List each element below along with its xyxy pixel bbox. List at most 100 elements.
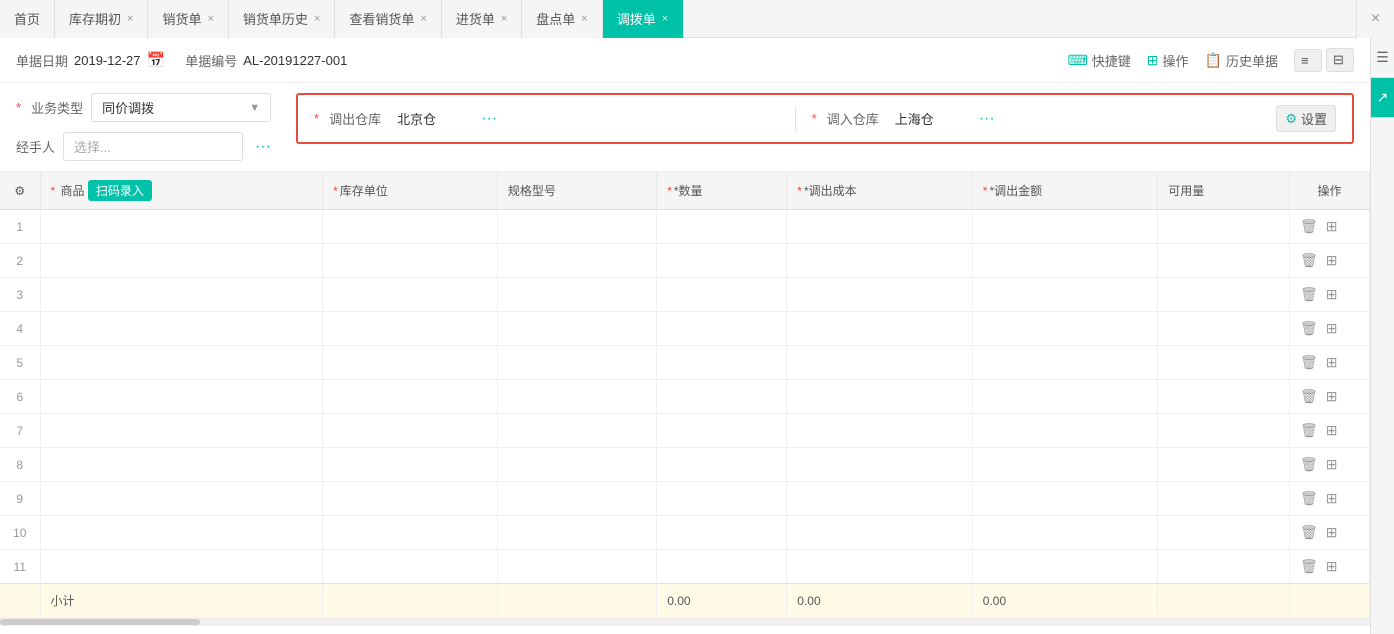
delete-icon-6[interactable]: 🗑 — [1300, 388, 1318, 405]
gear-icon[interactable]: ⚙ — [14, 184, 25, 198]
th-gear[interactable]: ⚙ — [0, 172, 40, 210]
copy-icon-8[interactable]: ⊞ — [1326, 456, 1338, 473]
table-row: 8 🗑⊞ — [0, 448, 1370, 482]
copy-icon-9[interactable]: ⊞ — [1326, 490, 1338, 507]
handler-more-button[interactable]: ··· — [251, 138, 275, 156]
warehouse-form: * 调出仓库 北京仓 ··· * 调入仓库 上海仓 ··· ⚙ 设置 — [296, 93, 1354, 144]
copy-icon-4[interactable]: ⊞ — [1326, 320, 1338, 337]
calendar-icon[interactable]: 📅 — [147, 51, 166, 69]
copy-icon-1[interactable]: ⊞ — [1326, 218, 1338, 235]
form-section: * 业务类型 同价调拨 ▼ 经手人 选择... ··· * 调出仓库 北京仓 — [0, 83, 1370, 172]
copy-icon-3[interactable]: ⊞ — [1326, 286, 1338, 303]
scan-button[interactable]: 扫码录入 — [88, 180, 152, 201]
table-row: 4 🗑⊞ — [0, 312, 1370, 346]
th-product: 商品 扫码录入 — [40, 172, 323, 210]
number-value: AL-20191227-001 — [243, 53, 347, 68]
source-warehouse-more-button[interactable]: ··· — [477, 110, 501, 128]
table-row: 10 🗑⊞ — [0, 516, 1370, 550]
tab-home[interactable]: 首页 — [0, 0, 55, 38]
tab-sales-history[interactable]: 销货单历史 × — [229, 0, 335, 38]
tab-close-purchase[interactable]: × — [501, 13, 507, 25]
th-amount: *调出金额 — [972, 172, 1158, 210]
tab-close-sales[interactable]: × — [207, 13, 213, 25]
history-icon: 📋 — [1205, 52, 1222, 69]
th-cost: *调出成本 — [787, 172, 973, 210]
source-warehouse-value[interactable]: 北京仓 — [389, 105, 469, 132]
th-available: 可用量 — [1158, 172, 1290, 210]
delete-icon-2[interactable]: 🗑 — [1300, 252, 1318, 269]
delete-icon-9[interactable]: 🗑 — [1300, 490, 1318, 507]
subtotal-label: 小计 — [40, 584, 323, 618]
copy-icon-10[interactable]: ⊞ — [1326, 524, 1338, 541]
gear-icon: ⚙ — [1285, 111, 1297, 127]
scrollbar-thumb[interactable] — [0, 619, 200, 625]
tab-inventory[interactable]: 盘点单 × — [522, 0, 602, 38]
handler-select[interactable]: 选择... — [63, 132, 243, 161]
tab-close-inventory-init[interactable]: × — [127, 13, 133, 25]
target-warehouse-item: * 调入仓库 上海仓 ··· — [812, 105, 1277, 132]
th-action: 操作 — [1290, 172, 1370, 210]
layout-btn-2[interactable]: ⊟ — [1326, 48, 1354, 72]
copy-icon-11[interactable]: ⊞ — [1326, 558, 1338, 575]
tab-view-sales[interactable]: 查看销货单 × — [335, 0, 441, 38]
tab-inventory-init[interactable]: 库存期初 × — [55, 0, 148, 38]
delete-icon-8[interactable]: 🗑 — [1300, 456, 1318, 473]
source-warehouse-label: 调出仓库 — [329, 109, 381, 128]
warehouse-setting-button[interactable]: ⚙ 设置 — [1276, 105, 1336, 132]
tab-close-inventory[interactable]: × — [581, 13, 587, 25]
tab-bar: 首页 库存期初 × 销货单 × 销货单历史 × 查看销货单 × 进货单 × 盘点… — [0, 0, 1394, 38]
business-type-select[interactable]: 同价调拨 ▼ — [91, 93, 271, 122]
delete-icon-7[interactable]: 🗑 — [1300, 422, 1318, 439]
horizontal-scrollbar[interactable] — [0, 618, 1370, 626]
table-row: 3 🗑⊞ — [0, 278, 1370, 312]
date-value[interactable]: 2019-12-27 — [74, 53, 141, 68]
history-button[interactable]: 📋 历史单据 — [1205, 51, 1278, 70]
close-all-tabs-button[interactable]: × — [1356, 0, 1394, 38]
toolbar-right: ⌨ 快捷键 ⊞ 操作 📋 历史单据 ≡ ⊟ — [1068, 48, 1354, 72]
business-type-label: 业务类型 — [31, 98, 83, 117]
table-container: ⚙ 商品 扫码录入 库存单位 规格型号 *数量 *调出成本 *调出金额 可用量 … — [0, 172, 1370, 634]
operate-button[interactable]: ⊞ 操作 — [1147, 51, 1189, 70]
copy-icon-5[interactable]: ⊞ — [1326, 354, 1338, 371]
date-label: 单据日期 — [16, 51, 68, 70]
target-warehouse-required: * — [812, 111, 817, 126]
sidebar-list-icon[interactable]: ☰ — [1371, 38, 1394, 78]
chevron-down-icon: ▼ — [249, 102, 260, 114]
warehouse-divider — [795, 107, 796, 131]
tab-close-sales-history[interactable]: × — [314, 13, 320, 25]
form-left: * 业务类型 同价调拨 ▼ 经手人 选择... ··· — [16, 93, 276, 161]
business-type-value: 同价调拨 — [102, 98, 154, 117]
number-field: 单据编号 AL-20191227-001 — [185, 51, 347, 70]
subtotal-row: 小计 0.00 0.00 0.00 — [0, 584, 1370, 618]
tab-transfer[interactable]: 调拨单 × — [603, 0, 683, 38]
transfer-table: ⚙ 商品 扫码录入 库存单位 规格型号 *数量 *调出成本 *调出金额 可用量 … — [0, 172, 1370, 618]
copy-icon-7[interactable]: ⊞ — [1326, 422, 1338, 439]
delete-icon-4[interactable]: 🗑 — [1300, 320, 1318, 337]
copy-icon-6[interactable]: ⊞ — [1326, 388, 1338, 405]
table-row: 11 🗑⊞ — [0, 550, 1370, 584]
right-sidebar: ☰ ↗ — [1370, 38, 1394, 634]
copy-icon-2[interactable]: ⊞ — [1326, 252, 1338, 269]
sidebar-external-link-icon[interactable]: ↗ — [1371, 78, 1394, 118]
target-warehouse-value[interactable]: 上海仓 — [887, 105, 967, 132]
tab-sales[interactable]: 销货单 × — [148, 0, 228, 38]
main-content: 单据日期 2019-12-27 📅 单据编号 AL-20191227-001 ⌨… — [0, 38, 1370, 634]
table-row: 6 🗑⊞ — [0, 380, 1370, 414]
target-warehouse-more-button[interactable]: ··· — [975, 110, 999, 128]
delete-icon-11[interactable]: 🗑 — [1300, 558, 1318, 575]
table-row: 1 🗑⊞ — [0, 210, 1370, 244]
th-unit: 库存单位 — [323, 172, 498, 210]
delete-icon-5[interactable]: 🗑 — [1300, 354, 1318, 371]
tab-close-transfer[interactable]: × — [662, 13, 668, 25]
tab-purchase[interactable]: 进货单 × — [442, 0, 522, 38]
layout-btn-1[interactable]: ≡ — [1294, 49, 1322, 72]
tab-close-view-sales[interactable]: × — [420, 13, 426, 25]
source-warehouse-required: * — [314, 111, 319, 126]
delete-icon-10[interactable]: 🗑 — [1300, 524, 1318, 541]
quick-key-button[interactable]: ⌨ 快捷键 — [1068, 51, 1131, 70]
subtotal-qty: 0.00 — [657, 584, 787, 618]
delete-icon-3[interactable]: 🗑 — [1300, 286, 1318, 303]
delete-icon-1[interactable]: 🗑 — [1300, 218, 1318, 235]
handler-label: 经手人 — [16, 137, 55, 156]
subtotal-amount: 0.00 — [972, 584, 1158, 618]
